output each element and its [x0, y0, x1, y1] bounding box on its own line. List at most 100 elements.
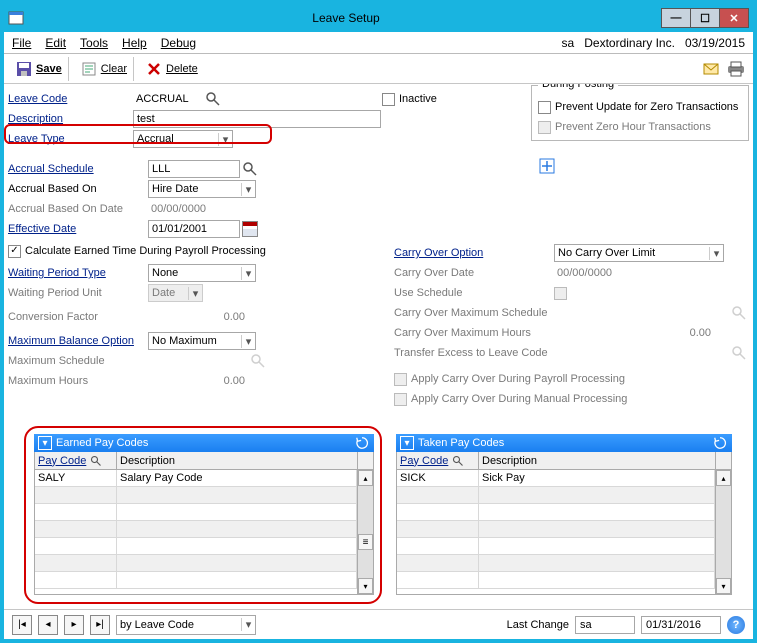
collapse-icon[interactable]: ▾ — [400, 436, 414, 450]
description-input[interactable] — [133, 110, 381, 128]
scrollbar[interactable]: ▴ ≡ ▾ — [357, 470, 373, 594]
collapse-icon[interactable]: ▾ — [38, 436, 52, 450]
nav-prev-button[interactable]: ◂ — [38, 615, 58, 635]
label-leave-code[interactable]: Leave Code — [8, 93, 133, 105]
delete-icon — [146, 61, 162, 77]
refresh-icon[interactable] — [354, 436, 370, 450]
scroll-down-icon[interactable]: ▾ — [358, 578, 373, 594]
taken-pay-codes-grid: ▾ Taken Pay Codes Pay Code Description S… — [396, 434, 732, 595]
table-row[interactable] — [397, 521, 715, 538]
table-row[interactable] — [35, 538, 357, 555]
apply-co-manual-checkbox — [394, 393, 407, 406]
leave-code-value[interactable]: ACCRUAL — [133, 93, 203, 105]
table-row[interactable] — [397, 487, 715, 504]
inactive-checkbox[interactable] — [382, 93, 395, 106]
col-description[interactable]: Description — [120, 455, 175, 467]
accrual-based-on-date-value: 00/00/0000 — [148, 203, 209, 215]
expand-icon[interactable] — [539, 158, 555, 174]
carry-over-option-combo[interactable]: No Carry Over Limit▾ — [554, 244, 724, 262]
last-change-date: 01/31/2016 — [641, 616, 721, 634]
label-leave-type[interactable]: Leave Type — [8, 133, 133, 145]
table-row[interactable]: SICKSick Pay — [397, 470, 715, 487]
chevron-down-icon: ▾ — [241, 183, 255, 196]
table-row[interactable] — [35, 572, 357, 589]
close-button[interactable]: ✕ — [719, 8, 749, 28]
calc-earned-label: Calculate Earned Time During Payroll Pro… — [25, 245, 266, 257]
nav-first-button[interactable]: |◂ — [12, 615, 32, 635]
scroll-up-icon[interactable]: ▴ — [716, 470, 731, 486]
col-description[interactable]: Description — [482, 455, 537, 467]
label-description[interactable]: Description — [8, 113, 133, 125]
clear-icon — [81, 61, 97, 77]
lookup-icon[interactable] — [242, 161, 258, 177]
toolbar: Save Clear Delete — [4, 54, 753, 84]
label-max-schedule: Maximum Schedule — [8, 355, 148, 367]
lookup-icon — [250, 353, 266, 369]
window: Leave Setup — ☐ ✕ File Edit Tools Help D… — [0, 0, 757, 643]
lookup-icon[interactable] — [452, 455, 464, 467]
carry-over-date-value: 00/00/0000 — [554, 267, 615, 279]
refresh-icon[interactable] — [712, 436, 728, 450]
menubar: File Edit Tools Help Debug sa Dextordina… — [4, 32, 753, 54]
print-icon[interactable] — [725, 61, 747, 77]
sort-by-combo[interactable]: by Leave Code▾ — [116, 615, 256, 635]
label-carry-over-date: Carry Over Date — [394, 267, 554, 279]
menu-debug[interactable]: Debug — [161, 36, 196, 50]
leave-type-combo[interactable]: Accrual▾ — [133, 130, 233, 148]
nav-next-button[interactable]: ▸ — [64, 615, 84, 635]
calendar-icon[interactable] — [242, 221, 258, 237]
prevent-update-zero-checkbox[interactable] — [538, 101, 551, 114]
label-max-balance[interactable]: Maximum Balance Option — [8, 335, 148, 347]
calc-earned-checkbox[interactable]: ✓ — [8, 245, 21, 258]
table-row[interactable] — [35, 555, 357, 572]
window-title: Leave Setup — [30, 11, 662, 25]
menu-edit[interactable]: Edit — [45, 36, 66, 50]
conversion-factor-value: 0.00 — [148, 311, 248, 323]
label-transfer-excess: Transfer Excess to Leave Code — [394, 347, 554, 359]
table-row[interactable] — [397, 504, 715, 521]
use-schedule-checkbox — [554, 287, 567, 300]
table-row[interactable] — [397, 538, 715, 555]
chevron-down-icon: ▾ — [241, 267, 255, 280]
menu-help[interactable]: Help — [122, 36, 147, 50]
lookup-icon[interactable] — [205, 91, 221, 107]
delete-button[interactable]: Delete — [140, 57, 204, 81]
max-balance-combo[interactable]: No Maximum▾ — [148, 332, 256, 350]
menu-tools[interactable]: Tools — [80, 36, 108, 50]
menu-file[interactable]: File — [12, 36, 31, 50]
scrollbar[interactable]: ▴ ▾ — [715, 470, 731, 594]
label-accrual-schedule[interactable]: Accrual Schedule — [8, 163, 148, 175]
current-user: sa — [562, 36, 575, 50]
chevron-down-icon: ▾ — [241, 618, 255, 631]
table-row[interactable] — [397, 572, 715, 589]
effective-date-input[interactable] — [148, 220, 240, 238]
lookup-icon[interactable] — [90, 455, 102, 467]
clear-button[interactable]: Clear — [75, 57, 134, 81]
table-row[interactable] — [35, 521, 357, 538]
table-row[interactable] — [35, 487, 357, 504]
scroll-down-icon[interactable]: ▾ — [716, 578, 731, 594]
label-co-max-hours: Carry Over Maximum Hours — [394, 327, 554, 339]
label-carry-over-option[interactable]: Carry Over Option — [394, 247, 554, 259]
minimize-button[interactable]: — — [661, 8, 691, 28]
waiting-period-type-combo[interactable]: None▾ — [148, 264, 256, 282]
save-button[interactable]: Save — [10, 57, 69, 81]
table-row[interactable] — [397, 555, 715, 572]
chevron-down-icon: ▾ — [218, 133, 232, 146]
help-icon[interactable]: ? — [727, 616, 745, 634]
scroll-up-icon[interactable]: ▴ — [358, 470, 373, 486]
maximize-button[interactable]: ☐ — [690, 8, 720, 28]
label-waiting-period-type[interactable]: Waiting Period Type — [8, 267, 148, 279]
col-paycode[interactable]: Pay Code — [400, 455, 448, 467]
label-effective-date[interactable]: Effective Date — [8, 223, 148, 235]
accrual-based-on-combo[interactable]: Hire Date▾ — [148, 180, 256, 198]
accrual-schedule-input[interactable] — [148, 160, 240, 178]
table-row[interactable] — [35, 504, 357, 521]
col-paycode[interactable]: Pay Code — [38, 455, 86, 467]
table-row[interactable]: SALYSalary Pay Code — [35, 470, 357, 487]
mail-icon[interactable] — [703, 61, 719, 77]
label-max-hours: Maximum Hours — [8, 375, 148, 387]
prevent-zero-hour-checkbox — [538, 121, 551, 134]
content: Leave Code ACCRUAL Description Leave Typ… — [4, 84, 753, 609]
nav-last-button[interactable]: ▸| — [90, 615, 110, 635]
